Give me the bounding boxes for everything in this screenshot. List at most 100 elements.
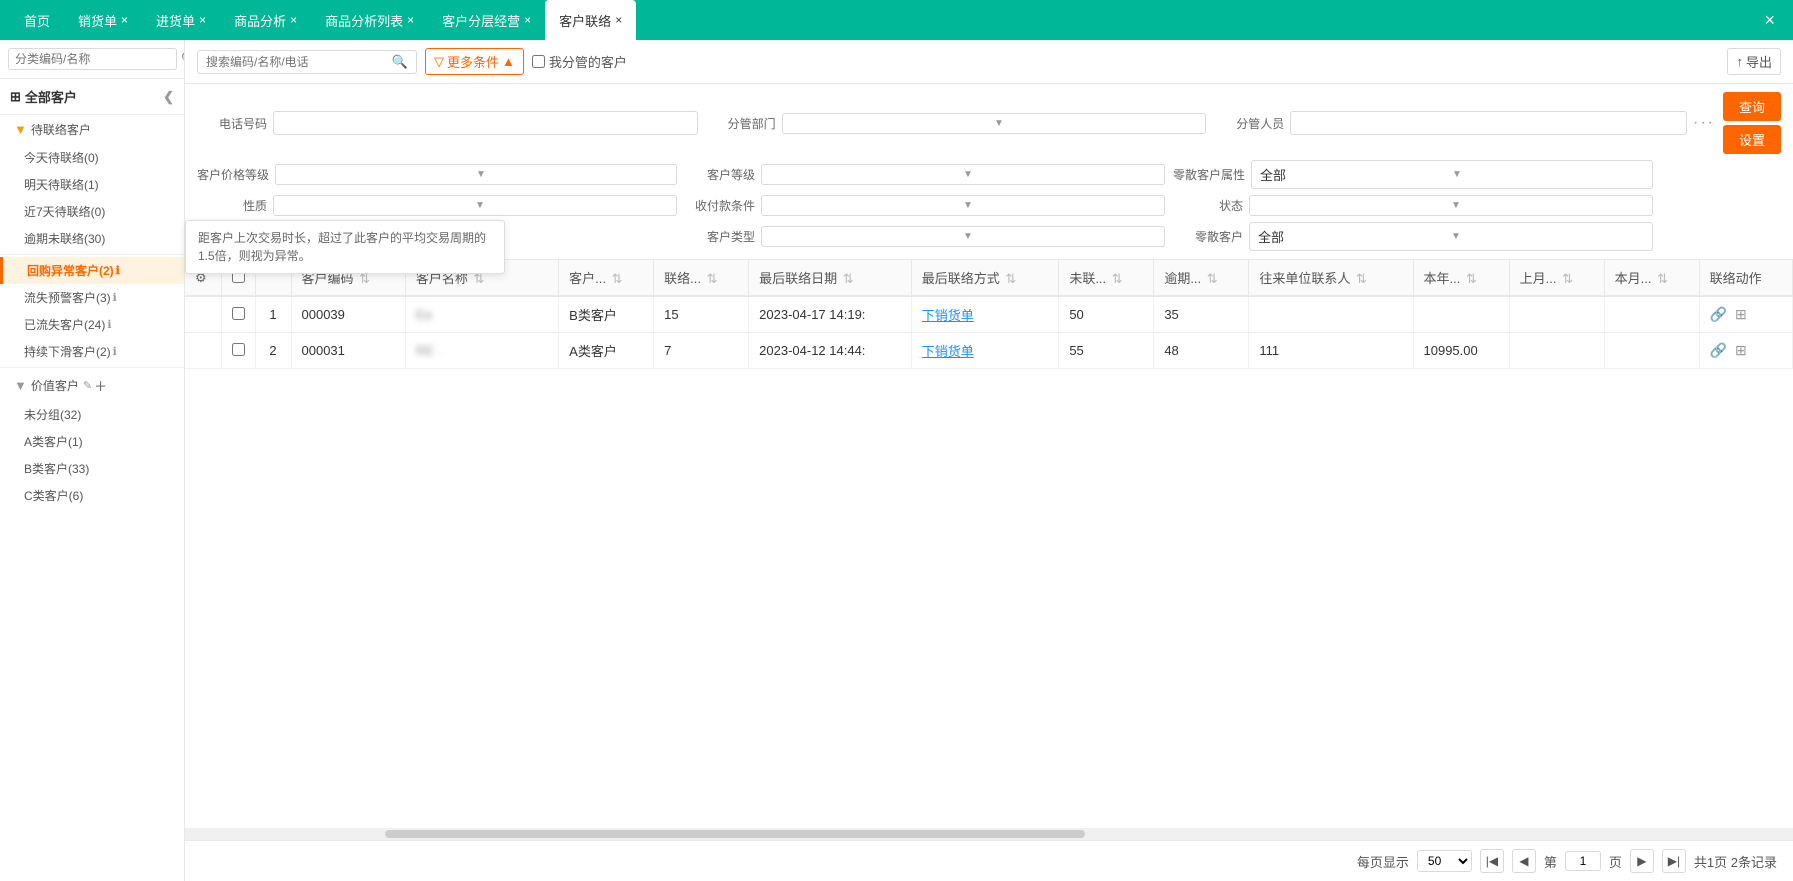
nav-item-purchase[interactable]: 进货单 × <box>142 0 220 40</box>
filter-status-select[interactable]: ▼ <box>1249 195 1653 216</box>
nav-item-analysis[interactable]: 商品分析 × <box>220 0 311 40</box>
nav-close-analysis-list[interactable]: × <box>407 13 414 27</box>
td-date-2: 2023-04-12 14:44: <box>749 333 912 369</box>
row-checkbox-2[interactable] <box>232 343 245 356</box>
th-last-contact-way[interactable]: 最后联络方式 ⇅ <box>911 260 1059 296</box>
sidebar-item-abnormal-repurchase[interactable]: 回购异常客户(2) ℹ <box>0 257 184 284</box>
nav-close-purchase[interactable]: × <box>199 13 206 27</box>
scrollbar-thumb[interactable] <box>385 830 1085 838</box>
export-btn[interactable]: ↑ 导出 <box>1727 48 1781 75</box>
link-icon-1[interactable]: 🔗 <box>1710 306 1727 323</box>
nav-item-home[interactable]: 首页 <box>10 0 64 40</box>
info-icon-3: ℹ <box>107 318 111 331</box>
filter-price-level-select[interactable]: ▼ <box>275 164 677 185</box>
th-this-month[interactable]: 本月... ⇅ <box>1604 260 1699 296</box>
sidebar-item-7days[interactable]: 近7天待联络(0) <box>0 198 184 225</box>
filter-row-3: 性质 ▼ 收付款条件 ▼ 状态 <box>197 195 1781 216</box>
filter-retail-cust-select[interactable]: 全部 ▼ <box>1249 222 1653 251</box>
filter-retail-cust: 零散客户 全部 ▼ <box>1173 222 1653 251</box>
toolbar: 🔍 ▽ 更多条件 ▲ 我分管的客户 ↑ 导出 <box>185 40 1793 84</box>
last-contact-way-link-2[interactable]: 下销货单 <box>922 344 974 359</box>
filter-payment-select[interactable]: ▼ <box>761 195 1165 216</box>
sidebar-value-group-title[interactable]: ▼ 价值客户 ✎ ＋ <box>0 370 184 401</box>
sidebar-item-c-class[interactable]: C类客户(6) <box>0 482 184 509</box>
nav-item-analysis-list[interactable]: 商品分析列表 × <box>311 0 428 40</box>
last-page-btn[interactable]: ▶| <box>1662 849 1686 873</box>
nav-item-sales[interactable]: 销货单 × <box>64 0 142 40</box>
horizontal-scrollbar[interactable] <box>185 828 1793 840</box>
sidebar-item-churn-warning[interactable]: 流失预警客户(3) ℹ <box>0 284 184 311</box>
th-last-contact-date[interactable]: 最后联络日期 ⇅ <box>749 260 912 296</box>
link-icon-2[interactable]: 🔗 <box>1710 342 1727 359</box>
sidebar-add-icon[interactable]: ＋ <box>94 376 107 395</box>
sidebar-item-overdue[interactable]: 逾期未联络(30) <box>0 225 184 252</box>
nav-item-cust-layer[interactable]: 客户分层经营 × <box>428 0 545 40</box>
nav-close-cust-contact[interactable]: × <box>615 13 622 27</box>
filter-retail-attr-select[interactable]: 全部 ▼ <box>1251 160 1653 189</box>
sidebar-search-input[interactable] <box>8 48 177 70</box>
sidebar-content: ⊞ 全部客户 ❮ ▼ 待联络客户 今天待联络(0) 明天待联络(1) 近7天待联… <box>0 79 184 881</box>
filter-dept-select[interactable]: ▼ <box>782 113 1207 134</box>
sidebar-edit-icon[interactable]: ✎ <box>83 379 92 392</box>
filter-row-1: 电话号码 分管部门 ▼ 分管人员 ··· 查询 设置 <box>197 92 1781 154</box>
next-page-btn[interactable]: ▶ <box>1630 849 1654 873</box>
search-icon[interactable]: 🔍 <box>392 54 408 70</box>
query-btn[interactable]: 查询 <box>1723 92 1781 121</box>
nav-close-cust-layer[interactable]: × <box>524 13 531 27</box>
th-uncontacted[interactable]: 未联... ⇅ <box>1059 260 1154 296</box>
sidebar-item-today[interactable]: 今天待联络(0) <box>0 144 184 171</box>
sidebar-collapse-icon[interactable]: ❮ <box>163 89 174 105</box>
sidebar-item-b-class[interactable]: B类客户(33) <box>0 455 184 482</box>
search-input[interactable] <box>206 55 388 69</box>
sidebar-item-ungrouped[interactable]: 未分组(32) <box>0 401 184 428</box>
sidebar-item-a-class[interactable]: A类客户(1) <box>0 428 184 455</box>
th-overdue[interactable]: 逾期... ⇅ <box>1154 260 1249 296</box>
td-way-1[interactable]: 下销货单 <box>911 296 1059 333</box>
nav-close-analysis[interactable]: × <box>290 13 297 27</box>
prev-page-btn[interactable]: ◀ <box>1512 849 1536 873</box>
filter-nature-select[interactable]: ▼ <box>273 195 677 216</box>
filter-dept-label: 分管部门 <box>706 115 776 132</box>
td-year-1 <box>1413 296 1509 333</box>
setting-btn[interactable]: 设置 <box>1723 125 1781 154</box>
td-type-2: A类客户 <box>559 333 654 369</box>
sidebar-group-pending-title[interactable]: ▼ 待联络客户 <box>0 115 184 144</box>
th-this-year[interactable]: 本年... ⇅ <box>1413 260 1509 296</box>
th-contact[interactable]: 联络... ⇅ <box>654 260 749 296</box>
first-page-btn[interactable]: |◀ <box>1480 849 1504 873</box>
per-page-select[interactable]: 50 100 200 <box>1417 850 1472 872</box>
td-year-2: 10995.00 <box>1413 333 1509 369</box>
td-way-2[interactable]: 下销货单 <box>911 333 1059 369</box>
filter-person-dots[interactable]: ··· <box>1693 114 1715 132</box>
row-checkbox-1[interactable] <box>232 307 245 320</box>
my-customer-checkbox[interactable] <box>532 55 545 68</box>
filter-phone-input[interactable] <box>273 111 698 135</box>
filter-cust-type-select[interactable]: ▼ <box>761 226 1165 247</box>
sidebar-all-customers[interactable]: ⊞ 全部客户 ❮ <box>0 79 184 115</box>
td-this-month-1 <box>1604 296 1699 333</box>
filter-payment: 收付款条件 ▼ <box>685 195 1165 216</box>
td-date-1: 2023-04-17 14:19: <box>749 296 912 333</box>
window-close-btn[interactable]: × <box>1756 10 1783 31</box>
th-type[interactable]: 客户... ⇅ <box>559 260 654 296</box>
filter-cust-level-select[interactable]: ▼ <box>761 164 1165 185</box>
th-last-month[interactable]: 上月... ⇅ <box>1509 260 1604 296</box>
grid-icon-2[interactable]: ⊞ <box>1735 342 1747 359</box>
filter-cust-type-label: 客户类型 <box>685 228 755 245</box>
grid-icon-1[interactable]: ⊞ <box>1735 306 1747 323</box>
nav-close-sales[interactable]: × <box>121 13 128 27</box>
sidebar-item-churned[interactable]: 已流失客户(24) ℹ <box>0 311 184 338</box>
td-index-2: 2 <box>255 333 291 369</box>
sidebar-item-tomorrow[interactable]: 明天待联络(1) <box>0 171 184 198</box>
filter-retail-attr: 零散客户属性 全部 ▼ <box>1173 160 1653 189</box>
sidebar-item-declining[interactable]: 持续下滑客户(2) ℹ <box>0 338 184 365</box>
filter-person-input[interactable] <box>1290 111 1687 135</box>
page-label2: 页 <box>1609 852 1622 871</box>
page-input[interactable] <box>1565 851 1601 871</box>
sidebar-divider-1 <box>0 254 184 255</box>
nav-item-cust-contact[interactable]: 客户联络 × <box>545 0 636 40</box>
more-conditions-btn[interactable]: ▽ 更多条件 ▲ <box>425 48 524 75</box>
th-partner-contact[interactable]: 往来单位联系人 ⇅ <box>1249 260 1413 296</box>
td-uncontacted-1: 50 <box>1059 296 1154 333</box>
last-contact-way-link-1[interactable]: 下销货单 <box>922 308 974 323</box>
